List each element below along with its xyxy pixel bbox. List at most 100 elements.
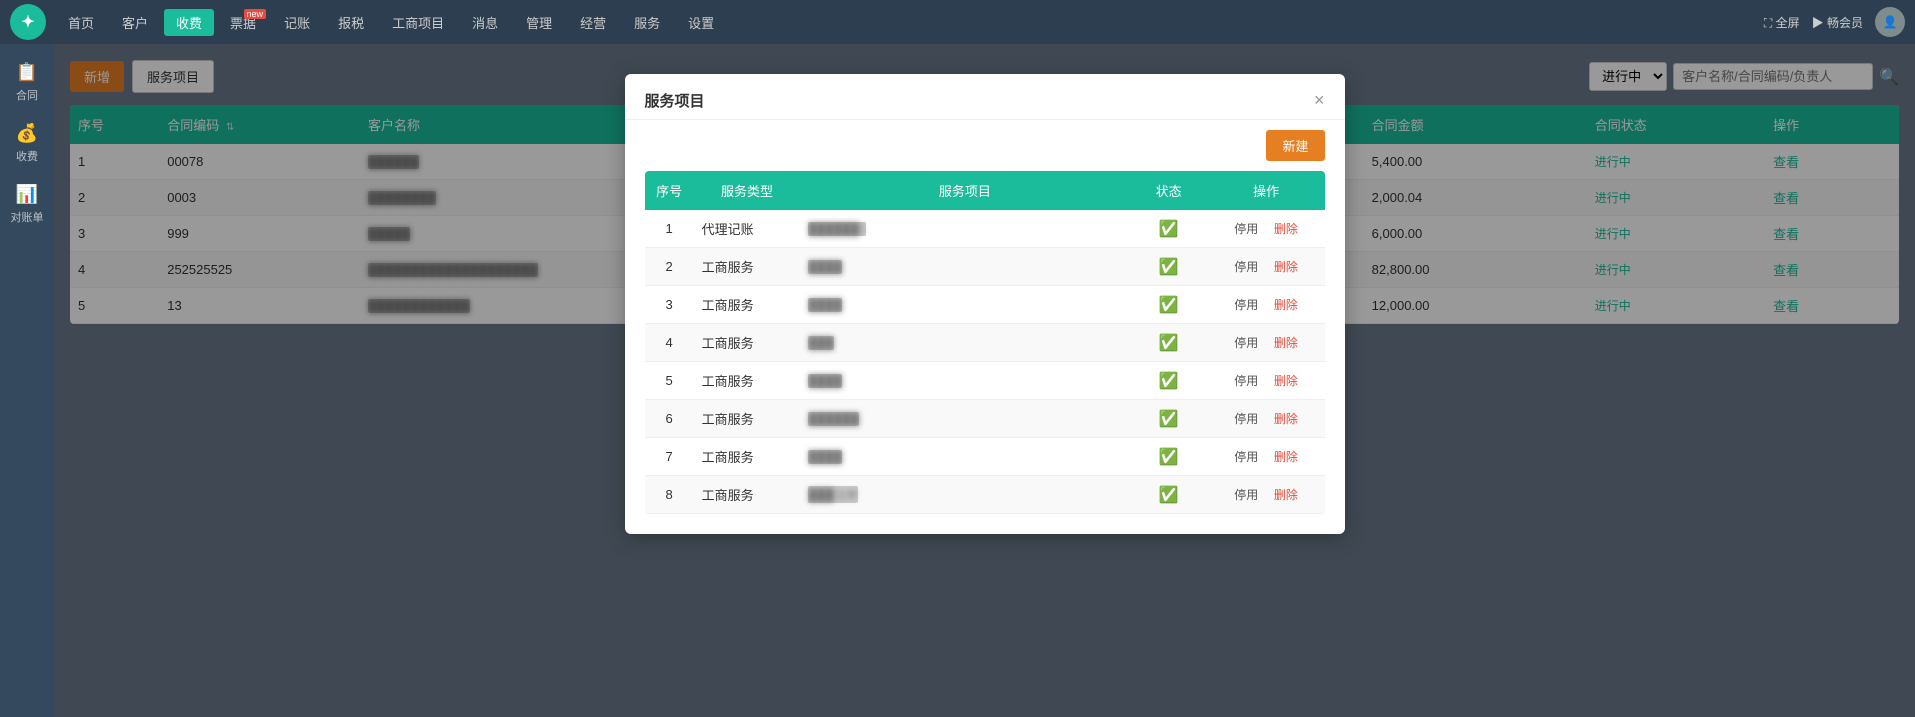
modal-actions: 停用 删除	[1208, 324, 1325, 362]
modal-item: ████	[800, 286, 1129, 324]
modal-status: ✅	[1130, 248, 1208, 286]
sidebar-icon: 📊	[16, 184, 38, 205]
delete-button[interactable]: 删除	[1268, 256, 1304, 277]
modal-table-row: 1 代理记账 ██████1 ✅ 停用 删除	[645, 210, 1325, 248]
modal-close-button[interactable]: ×	[1314, 90, 1325, 111]
nav-item-工商项目[interactable]: 工商项目	[380, 9, 456, 36]
modal-table-row: 4 工商服务 ███ ✅ 停用 删除	[645, 324, 1325, 362]
sidebar-icon: 📋	[16, 62, 38, 83]
sidebar: 📋 合同 💰 收费 📊 对账单	[0, 44, 54, 717]
modal-col-2: 服务项目	[800, 171, 1129, 210]
sidebar-item-收费[interactable]: 💰 收费	[3, 115, 51, 172]
modal-seq: 5	[645, 362, 694, 400]
modal-actions: 停用 删除	[1208, 248, 1325, 286]
nav-item-消息[interactable]: 消息	[460, 9, 510, 36]
member-btn[interactable]: ▶ 畅会员	[1812, 14, 1863, 31]
sidebar-item-对账单[interactable]: 📊 对账单	[3, 176, 51, 233]
modal-new-button[interactable]: 新建	[1266, 130, 1324, 161]
modal-toolbar: 新建	[625, 120, 1345, 171]
modal-seq: 4	[645, 324, 694, 362]
stop-button[interactable]: 停用	[1228, 332, 1264, 353]
modal-body: 序号服务类型服务项目状态操作 1 代理记账 ██████1 ✅ 停用 删除 2 …	[625, 171, 1345, 534]
sidebar-label: 合同	[16, 87, 38, 103]
modal-table-row: 3 工商服务 ████ ✅ 停用 删除	[645, 286, 1325, 324]
modal-type: 工商服务	[694, 438, 801, 476]
sidebar-item-合同[interactable]: 📋 合同	[3, 54, 51, 111]
content-area: 新增 服务项目 进行中已完成已终止 🔍 序号合同编码 ⇅客户名称服务项目▼ ⇅服…	[54, 44, 1915, 717]
modal-status: ✅	[1130, 324, 1208, 362]
nav-item-经营[interactable]: 经营	[568, 9, 618, 36]
stop-button[interactable]: 停用	[1228, 408, 1264, 429]
modal-table-row: 8 工商服务 ███注册 ✅ 停用 删除	[645, 476, 1325, 514]
modal-item: ████	[800, 248, 1129, 286]
modal-seq: 3	[645, 286, 694, 324]
service-modal: 服务项目 × 新建 序号服务类型服务项目状态操作 1 代理记账 ██████1 …	[625, 74, 1345, 534]
app-logo: ✦	[10, 4, 46, 40]
modal-seq: 6	[645, 400, 694, 438]
modal-table-row: 6 工商服务 ██████ ✅ 停用 删除	[645, 400, 1325, 438]
nav-item-客户[interactable]: 客户	[110, 9, 160, 36]
modal-status: ✅	[1130, 362, 1208, 400]
delete-button[interactable]: 删除	[1268, 218, 1304, 239]
modal-table-row: 5 工商服务 ████ ✅ 停用 删除	[645, 362, 1325, 400]
modal-type: 工商服务	[694, 324, 801, 362]
modal-item: ████	[800, 438, 1129, 476]
fullscreen-btn[interactable]: ⛶ 全屏	[1764, 14, 1800, 31]
delete-button[interactable]: 删除	[1268, 294, 1304, 315]
modal-type: 工商服务	[694, 476, 801, 514]
delete-button[interactable]: 删除	[1268, 446, 1304, 467]
stop-button[interactable]: 停用	[1228, 218, 1264, 239]
sidebar-label: 收费	[16, 148, 38, 164]
modal-type: 工商服务	[694, 400, 801, 438]
modal-seq: 7	[645, 438, 694, 476]
modal-col-3: 状态	[1130, 171, 1208, 210]
user-avatar[interactable]: 👤	[1875, 7, 1905, 37]
modal-type: 代理记账	[694, 210, 801, 248]
modal-title: 服务项目	[645, 90, 705, 111]
modal-seq: 8	[645, 476, 694, 514]
nav-item-记账[interactable]: 记账	[272, 9, 322, 36]
modal-col-4: 操作	[1208, 171, 1325, 210]
delete-button[interactable]: 删除	[1268, 484, 1304, 505]
nav-item-票据[interactable]: 票据new	[218, 9, 268, 36]
modal-col-0: 序号	[645, 171, 694, 210]
modal-actions: 停用 删除	[1208, 362, 1325, 400]
nav-item-首页[interactable]: 首页	[56, 9, 106, 36]
stop-button[interactable]: 停用	[1228, 484, 1264, 505]
main-layout: 📋 合同 💰 收费 📊 对账单 新增 服务项目 进行中已完成已终止 🔍 序号合同编码 ⇅客…	[0, 44, 1915, 717]
nav-item-报税[interactable]: 报税	[326, 9, 376, 36]
modal-seq: 2	[645, 248, 694, 286]
modal-type: 工商服务	[694, 248, 801, 286]
sidebar-icon: 💰	[16, 123, 38, 144]
stop-button[interactable]: 停用	[1228, 446, 1264, 467]
delete-button[interactable]: 删除	[1268, 408, 1304, 429]
top-nav-right: ⛶ 全屏 ▶ 畅会员 👤	[1764, 7, 1905, 37]
modal-item: ███	[800, 324, 1129, 362]
modal-actions: 停用 删除	[1208, 286, 1325, 324]
modal-actions: 停用 删除	[1208, 438, 1325, 476]
modal-actions: 停用 删除	[1208, 210, 1325, 248]
delete-button[interactable]: 删除	[1268, 332, 1304, 353]
stop-button[interactable]: 停用	[1228, 294, 1264, 315]
nav-menu: 首页客户收费票据new记账报税工商项目消息管理经营服务设置	[56, 9, 1764, 36]
modal-header: 服务项目 ×	[625, 74, 1345, 120]
modal-status: ✅	[1130, 286, 1208, 324]
sidebar-label: 对账单	[11, 209, 44, 225]
modal-table-row: 2 工商服务 ████ ✅ 停用 删除	[645, 248, 1325, 286]
modal-item: ██████1	[800, 210, 1129, 248]
nav-item-设置[interactable]: 设置	[676, 9, 726, 36]
modal-col-1: 服务类型	[694, 171, 801, 210]
delete-button[interactable]: 删除	[1268, 370, 1304, 391]
nav-item-服务[interactable]: 服务	[622, 9, 672, 36]
modal-type: 工商服务	[694, 286, 801, 324]
nav-item-收费[interactable]: 收费	[164, 9, 214, 36]
modal-actions: 停用 删除	[1208, 476, 1325, 514]
stop-button[interactable]: 停用	[1228, 256, 1264, 277]
nav-item-管理[interactable]: 管理	[514, 9, 564, 36]
modal-item: ███注册	[800, 476, 1129, 514]
modal-type: 工商服务	[694, 362, 801, 400]
modal-overlay: 服务项目 × 新建 序号服务类型服务项目状态操作 1 代理记账 ██████1 …	[54, 44, 1915, 717]
modal-status: ✅	[1130, 400, 1208, 438]
modal-status: ✅	[1130, 210, 1208, 248]
stop-button[interactable]: 停用	[1228, 370, 1264, 391]
